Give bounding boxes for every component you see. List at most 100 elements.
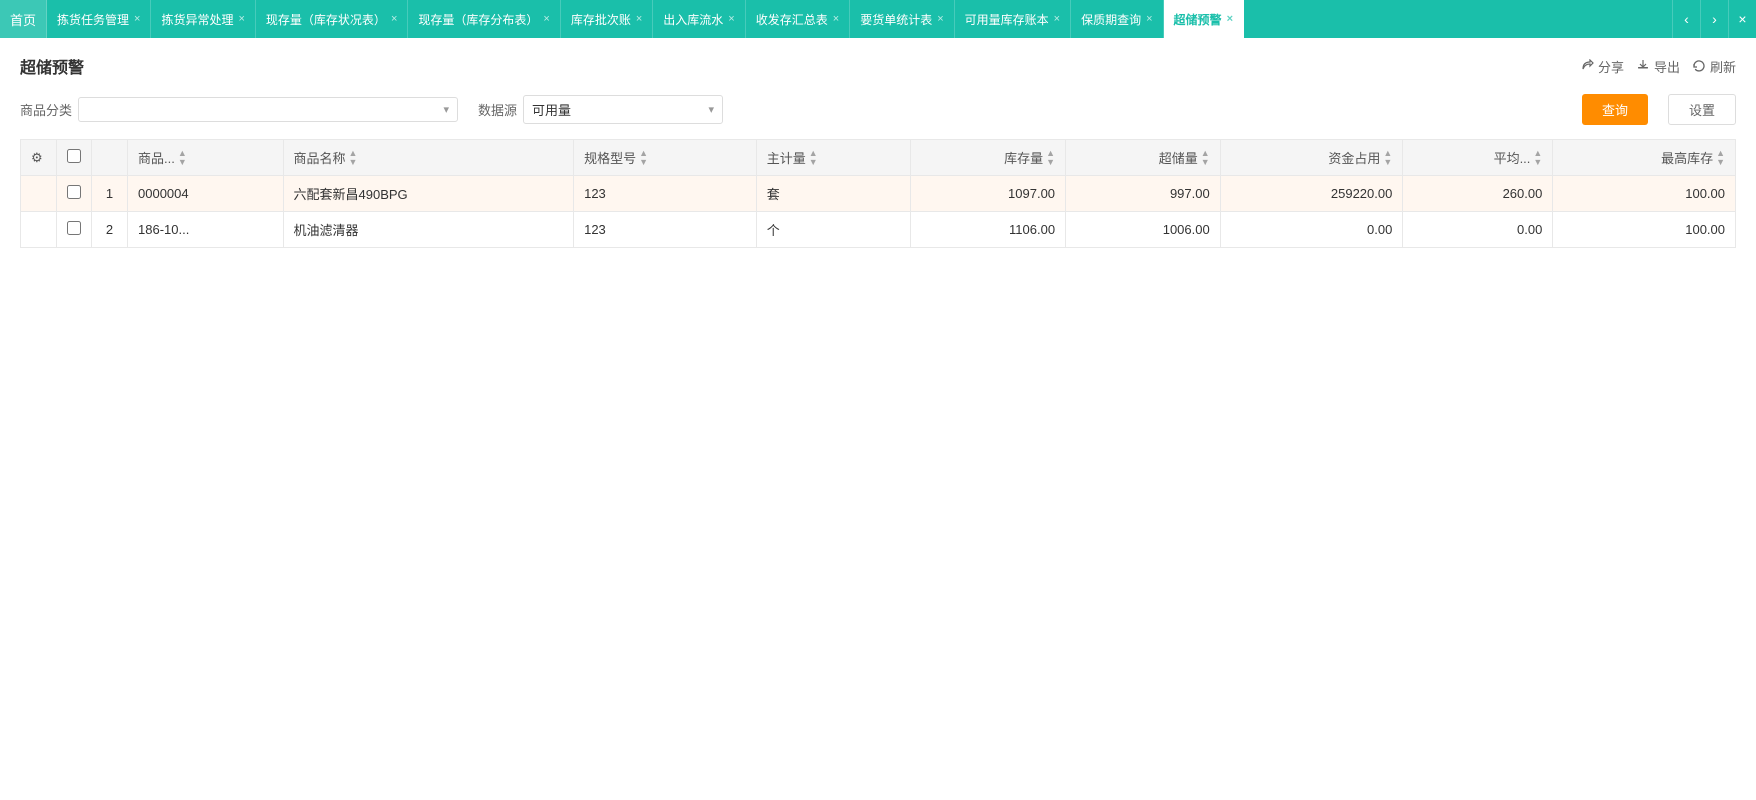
- close-icon[interactable]: ×: [937, 13, 943, 25]
- nav-item-shelf-life[interactable]: 保质期查询 ×: [1071, 0, 1163, 38]
- nav-item-home[interactable]: 首页: [0, 0, 47, 38]
- row-spec: 123: [574, 176, 757, 212]
- row-gear: [21, 212, 57, 248]
- close-icon[interactable]: ×: [636, 13, 642, 25]
- row-spec: 123: [574, 212, 757, 248]
- nav-item-stock-dist[interactable]: 现存量（库存分布表） ×: [408, 0, 560, 38]
- row-number: 2: [92, 212, 128, 248]
- category-filter: 商品分类 ▾: [20, 97, 458, 122]
- th-unit[interactable]: 主计量 ▲▼: [756, 140, 911, 176]
- table-row: 2 186-10... 机油滤清器 123 个 1106.00 1006.00 …: [21, 212, 1736, 248]
- close-icon[interactable]: ×: [391, 13, 397, 25]
- gear-icon: ⚙: [31, 150, 43, 165]
- row-code: 0000004: [128, 176, 284, 212]
- th-gear[interactable]: ⚙: [21, 140, 57, 176]
- row-overstock: 1006.00: [1066, 212, 1221, 248]
- nav-item-order-stat[interactable]: 要货单统计表 ×: [850, 0, 954, 38]
- row-capital: 0.00: [1220, 212, 1403, 248]
- sort-icon: ▲▼: [639, 149, 648, 167]
- nav-arrows: ‹ › ×: [1672, 0, 1756, 38]
- table-header-row: ⚙ 商品... ▲▼ 商品名称 ▲▼: [21, 140, 1736, 176]
- row-unit: 套: [756, 176, 911, 212]
- share-button[interactable]: 分享: [1580, 57, 1624, 76]
- row-stock: 1106.00: [911, 212, 1066, 248]
- nav-item-stock-status[interactable]: 现存量（库存状况表） ×: [256, 0, 408, 38]
- th-checkbox: [57, 140, 92, 176]
- row-overstock: 997.00: [1066, 176, 1221, 212]
- close-icon[interactable]: ×: [1146, 13, 1152, 25]
- close-icon[interactable]: ×: [543, 13, 549, 25]
- data-table: ⚙ 商品... ▲▼ 商品名称 ▲▼: [20, 139, 1736, 248]
- nav-item-task-mgmt[interactable]: 拣货任务管理 ×: [47, 0, 151, 38]
- datasource-select[interactable]: 可用量 ▾: [523, 95, 723, 124]
- nav-item-overstock[interactable]: 超储预警 ×: [1164, 0, 1244, 38]
- th-max-stock[interactable]: 最高库存 ▲▼: [1553, 140, 1736, 176]
- settings-button[interactable]: 设置: [1668, 94, 1736, 125]
- share-icon: [1580, 59, 1594, 73]
- close-icon[interactable]: ×: [238, 13, 244, 25]
- row-name: 机油滤清器: [283, 212, 574, 248]
- datasource-filter: 数据源 可用量 ▾: [478, 95, 723, 124]
- nav-item-exception[interactable]: 拣货异常处理 ×: [151, 0, 255, 38]
- sort-icon: ▲▼: [349, 149, 358, 167]
- nav-item-avail-book[interactable]: 可用量库存账本 ×: [955, 0, 1071, 38]
- sort-icon: ▲▼: [1716, 149, 1725, 167]
- row-checkbox-cell[interactable]: [57, 212, 92, 248]
- main-content: 超储预警 分享 导出 刷新: [0, 38, 1756, 800]
- th-stock[interactable]: 库存量 ▲▼: [911, 140, 1066, 176]
- row-max-stock: 100.00: [1553, 176, 1736, 212]
- header-actions: 分享 导出 刷新: [1580, 57, 1736, 76]
- datasource-label: 数据源: [478, 100, 517, 119]
- row-checkbox[interactable]: [67, 221, 81, 235]
- chevron-down-icon: ▾: [443, 103, 449, 116]
- nav-close-arrow[interactable]: ×: [1728, 0, 1756, 38]
- nav-right-arrow[interactable]: ›: [1700, 0, 1728, 38]
- export-button[interactable]: 导出: [1636, 57, 1680, 76]
- top-nav: 首页 拣货任务管理 × 拣货异常处理 × 现存量（库存状况表） × 现存量（库存…: [0, 0, 1756, 38]
- refresh-button[interactable]: 刷新: [1692, 57, 1736, 76]
- query-button[interactable]: 查询: [1582, 94, 1648, 125]
- page-title: 超储预警: [20, 54, 84, 78]
- th-capital[interactable]: 资金占用 ▲▼: [1220, 140, 1403, 176]
- nav-left-arrow[interactable]: ‹: [1672, 0, 1700, 38]
- row-gear: [21, 176, 57, 212]
- row-checkbox-cell[interactable]: [57, 176, 92, 212]
- th-code[interactable]: 商品... ▲▼: [128, 140, 284, 176]
- row-checkbox[interactable]: [67, 185, 81, 199]
- nav-item-flow[interactable]: 出入库流水 ×: [653, 0, 745, 38]
- row-max-stock: 100.00: [1553, 212, 1736, 248]
- select-all-checkbox[interactable]: [67, 149, 81, 163]
- row-avg: 0.00: [1403, 212, 1553, 248]
- sort-icon: ▲▼: [1533, 149, 1542, 167]
- row-name: 六配套新昌490BPG: [283, 176, 574, 212]
- category-select[interactable]: ▾: [78, 97, 458, 122]
- row-unit: 个: [756, 212, 911, 248]
- th-spec[interactable]: 规格型号 ▲▼: [574, 140, 757, 176]
- row-capital: 259220.00: [1220, 176, 1403, 212]
- sort-icon: ▲▼: [1046, 149, 1055, 167]
- th-name[interactable]: 商品名称 ▲▼: [283, 140, 574, 176]
- row-stock: 1097.00: [911, 176, 1066, 212]
- sort-icon: ▲▼: [178, 149, 187, 167]
- close-icon[interactable]: ×: [1227, 13, 1233, 25]
- export-icon: [1636, 59, 1650, 73]
- row-code: 186-10...: [128, 212, 284, 248]
- close-icon[interactable]: ×: [134, 13, 140, 25]
- sort-icon: ▲▼: [809, 149, 818, 167]
- close-icon[interactable]: ×: [728, 13, 734, 25]
- close-icon[interactable]: ×: [1054, 13, 1060, 25]
- th-num: [92, 140, 128, 176]
- nav-item-batch-account[interactable]: 库存批次账 ×: [561, 0, 653, 38]
- table-row: 1 0000004 六配套新昌490BPG 123 套 1097.00 997.…: [21, 176, 1736, 212]
- sort-icon: ▲▼: [1383, 149, 1392, 167]
- chevron-down-icon: ▾: [709, 103, 715, 116]
- sort-icon: ▲▼: [1201, 149, 1210, 167]
- filter-row: 商品分类 ▾ 数据源 可用量 ▾ 查询 设置: [20, 94, 1736, 125]
- page-header: 超储预警 分享 导出 刷新: [20, 54, 1736, 78]
- close-icon[interactable]: ×: [833, 13, 839, 25]
- nav-item-summary[interactable]: 收发存汇总表 ×: [746, 0, 850, 38]
- th-overstock[interactable]: 超储量 ▲▼: [1066, 140, 1221, 176]
- row-avg: 260.00: [1403, 176, 1553, 212]
- th-avg[interactable]: 平均... ▲▼: [1403, 140, 1553, 176]
- refresh-icon: [1692, 59, 1706, 73]
